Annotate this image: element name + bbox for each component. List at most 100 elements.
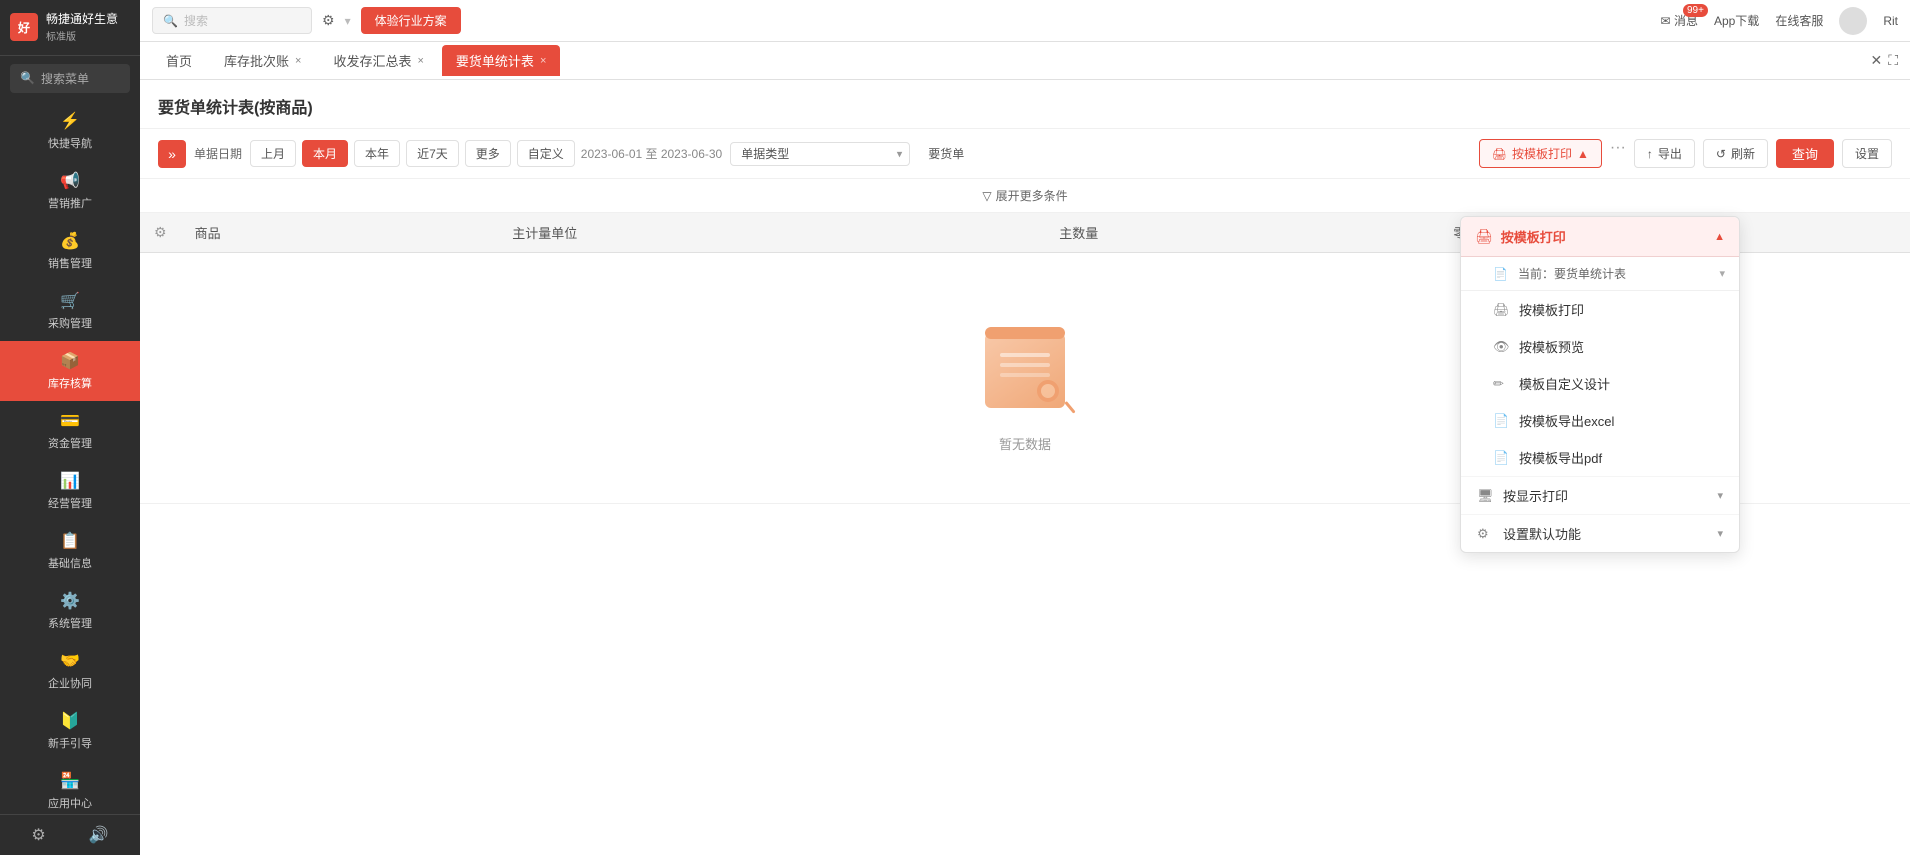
tab-receivable[interactable]: 收发存汇总表 × <box>319 45 437 76</box>
message-badge[interactable]: ✉ 消息 99+ <box>1661 12 1698 29</box>
col-unit: 主计量单位 <box>498 213 1045 253</box>
tab-order-stats[interactable]: 要货单统计表 × <box>442 45 560 76</box>
dropdown-item-export-excel[interactable]: 📄 按模板导出excel <box>1461 402 1739 439</box>
tab-home[interactable]: 首页 <box>152 45 206 76</box>
sidebar-item-marketing[interactable]: 📢 营销推广 <box>0 161 140 221</box>
app-download-link[interactable]: App下载 <box>1714 12 1759 29</box>
query-btn[interactable]: 查询 <box>1776 139 1834 168</box>
settings-bottom-icon[interactable]: ⚙ <box>31 825 45 845</box>
current-template-icon: 📄 <box>1493 267 1508 281</box>
operations-label: 经营管理 <box>48 495 92 511</box>
sidebar-nav: ⚡ 快捷导航 📢 营销推广 💰 销售管理 🛒 采购管理 📦 库存核算 💳 资金管… <box>0 101 140 814</box>
gear-icon[interactable]: ⚙ <box>322 12 335 29</box>
tab-maximize-btn[interactable]: ⛶ <box>1888 52 1898 69</box>
dropdown-collapse-arrow: ▲ <box>1714 231 1725 243</box>
dropdown-item-template-preview[interactable]: 👁 按模板预览 <box>1461 328 1739 365</box>
dropdown-arrow: ▾ <box>345 14 351 28</box>
more-dots-btn[interactable]: ··· <box>1610 139 1626 168</box>
table-settings-header: ⚙ <box>140 213 181 253</box>
topbar: 🔍 搜索 ⚙ ▾ 体验行业方案 ✉ 消息 99+ App下载 在线客服 Rit <box>140 0 1910 42</box>
dropdown-current-item: 📄 当前：要货单统计表 ▾ <box>1461 257 1739 291</box>
filter-toolbar: » 单据日期 上月 本月 本年 近7天 更多 自定义 2023-06-01 至 … <box>140 129 1910 179</box>
tab-receivable-label: 收发存汇总表 <box>333 51 411 70</box>
dropdown-header-text: 按模板打印 <box>1501 227 1706 246</box>
expand-more-btn[interactable]: ▽ 展开更多条件 <box>982 187 1067 204</box>
empty-illustration <box>975 323 1075 418</box>
sidebar-item-system[interactable]: ⚙️ 系统管理 <box>0 581 140 641</box>
date-filter-label: 单据日期 <box>194 145 242 162</box>
main-area: 🔍 搜索 ⚙ ▾ 体验行业方案 ✉ 消息 99+ App下载 在线客服 Rit … <box>140 0 1910 855</box>
purchase-icon: 🛒 <box>60 291 80 311</box>
expand-more-area: ▽ 展开更多条件 <box>140 179 1910 213</box>
tab-inventory-batch[interactable]: 库存批次账 × <box>210 45 315 76</box>
online-service-link[interactable]: 在线客服 <box>1775 12 1823 29</box>
quick-nav-icon: ⚡ <box>60 111 80 131</box>
sidebar-item-collab[interactable]: 🤝 企业协同 <box>0 641 140 701</box>
refresh-btn[interactable]: ↺ 刷新 <box>1703 139 1768 168</box>
trial-button[interactable]: 体验行业方案 <box>361 7 461 34</box>
page-title: 要货单统计表(按商品) <box>158 94 1892 118</box>
date-7days-btn[interactable]: 近7天 <box>406 140 459 167</box>
sidebar-item-sales[interactable]: 💰 销售管理 <box>0 221 140 281</box>
user-avatar[interactable] <box>1839 7 1867 35</box>
finance-icon: 💳 <box>60 411 80 431</box>
appstore-label: 应用中心 <box>48 795 92 811</box>
search-menu-button[interactable]: 🔍 搜索菜单 <box>10 64 130 93</box>
tab-close-window-btn[interactable]: ✕ <box>1870 52 1882 69</box>
date-custom-btn[interactable]: 自定义 <box>517 140 575 167</box>
set-default-label: 设置默认功能 <box>1503 524 1581 543</box>
sidebar-item-quick-nav[interactable]: ⚡ 快捷导航 <box>0 101 140 161</box>
date-current-month-btn[interactable]: 本月 <box>302 140 348 167</box>
search-placeholder: 搜索 <box>184 12 208 29</box>
sidebar-item-base-info[interactable]: 📋 基础信息 <box>0 521 140 581</box>
tab-inventory-batch-close[interactable]: × <box>295 55 301 67</box>
set-default-arrow: ▾ <box>1717 527 1723 540</box>
tab-receivable-close[interactable]: × <box>417 55 423 67</box>
export-excel-icon: 📄 <box>1493 413 1509 429</box>
dropdown-item-template-design[interactable]: ✏ 模板自定义设计 <box>1461 365 1739 402</box>
order-type-wrapper: 单据类型 <box>730 142 910 166</box>
export-pdf-label: 按模板导出pdf <box>1519 448 1723 467</box>
table-gear-icon[interactable]: ⚙ <box>154 224 167 240</box>
tab-inventory-batch-label: 库存批次账 <box>224 51 289 70</box>
sidebar-item-purchase[interactable]: 🛒 采购管理 <box>0 281 140 341</box>
dropdown-item-export-pdf[interactable]: 📄 按模板导出pdf <box>1461 439 1739 476</box>
tab-order-stats-close[interactable]: × <box>540 55 546 67</box>
col-goods: 商品 <box>181 213 499 253</box>
sidebar-search-area: 🔍 搜索菜单 <box>0 56 140 101</box>
export-excel-label: 按模板导出excel <box>1519 411 1723 430</box>
date-more-btn[interactable]: 更多 <box>465 140 511 167</box>
dropdown-section-set-default[interactable]: ⚙ 设置默认功能 ▾ <box>1461 514 1739 552</box>
sidebar-item-operations[interactable]: 📊 经营管理 <box>0 461 140 521</box>
template-preview-icon: 👁 <box>1493 339 1509 355</box>
sidebar-item-appstore[interactable]: 🏪 应用中心 <box>0 761 140 814</box>
set-default-icon: ⚙ <box>1477 526 1493 542</box>
dropdown-header-printer-icon: 🖨 <box>1475 228 1493 245</box>
settings-btn[interactable]: 设置 <box>1842 139 1892 168</box>
current-template-label: 当前：要货单统计表 <box>1518 265 1626 282</box>
search-menu-label: 搜索菜单 <box>41 70 89 87</box>
sidebar-item-inventory[interactable]: 📦 库存核算 <box>0 341 140 401</box>
sales-label: 销售管理 <box>48 255 92 271</box>
date-prev-month-btn[interactable]: 上月 <box>250 140 296 167</box>
magnifier-icon <box>1037 380 1073 416</box>
template-preview-label: 按模板预览 <box>1519 337 1723 356</box>
sidebar-item-finance[interactable]: 💳 资金管理 <box>0 401 140 461</box>
system-label: 系统管理 <box>48 615 92 631</box>
date-range-display: 2023-06-01 至 2023-06-30 <box>581 145 722 162</box>
date-filter-group: 上月 本月 本年 近7天 更多 自定义 2023-06-01 至 2023-06… <box>250 140 722 167</box>
print-template-btn[interactable]: 🖨 按模板打印 ▲ <box>1479 139 1602 168</box>
dropdown-item-template-print[interactable]: 🖨 按模板打印 <box>1461 291 1739 328</box>
sidebar-item-guide[interactable]: 🔰 新手引导 <box>0 701 140 761</box>
expand-filter-btn[interactable]: » <box>158 140 186 168</box>
sound-icon[interactable]: 🔊 <box>89 825 109 845</box>
topbar-search[interactable]: 🔍 搜索 <box>152 7 312 34</box>
dropdown-section-display-print[interactable]: 🖥 按显示打印 ▾ <box>1461 476 1739 514</box>
export-btn[interactable]: ↑ 导出 <box>1634 139 1695 168</box>
date-current-year-btn[interactable]: 本年 <box>354 140 400 167</box>
marketing-label: 营销推广 <box>48 195 92 211</box>
printer-icon: 🖨 <box>1492 147 1507 161</box>
order-type-select[interactable]: 单据类型 <box>730 142 910 166</box>
operations-icon: 📊 <box>60 471 80 491</box>
dropdown-header[interactable]: 🖨 按模板打印 ▲ <box>1461 217 1739 257</box>
